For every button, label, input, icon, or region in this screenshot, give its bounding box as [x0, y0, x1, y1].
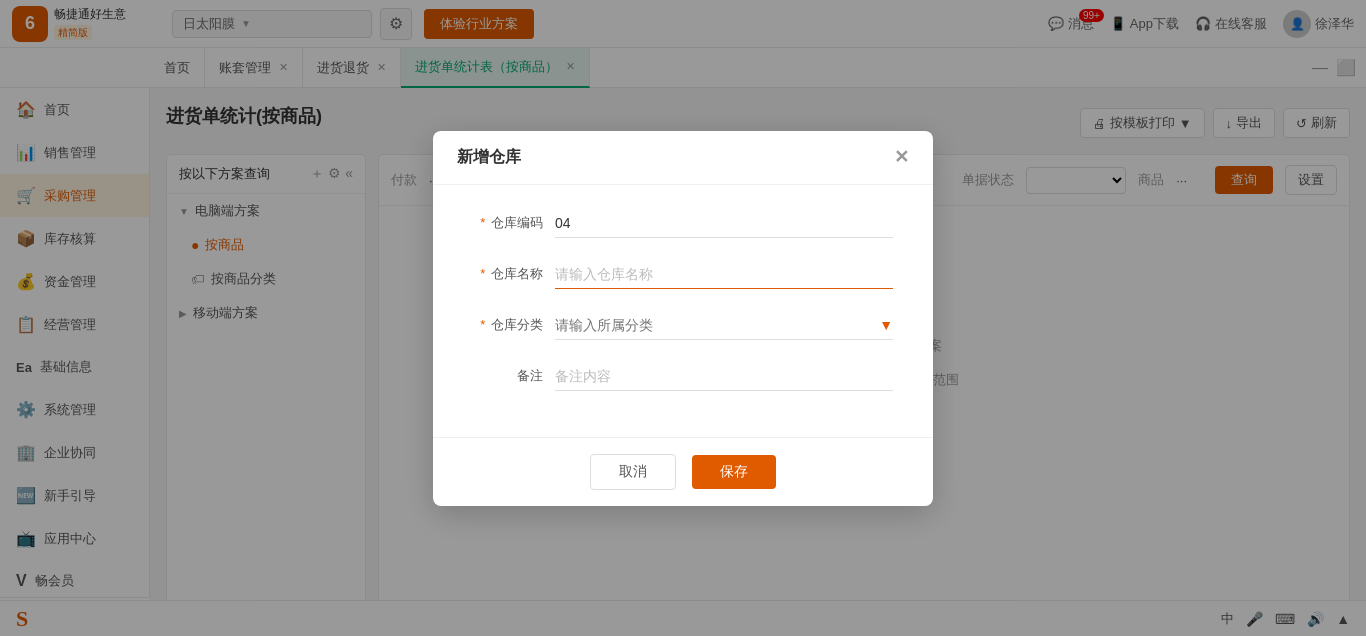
warehouse-category-row: * 仓库分类 ▼ — [473, 311, 893, 340]
dialog-header: 新增仓库 ✕ — [433, 131, 933, 185]
code-required-star: * — [480, 215, 485, 230]
cancel-button[interactable]: 取消 — [590, 454, 676, 490]
warehouse-code-input[interactable] — [555, 209, 893, 238]
warehouse-code-row: * 仓库编码 — [473, 209, 893, 238]
category-select-row[interactable]: ▼ — [555, 311, 893, 340]
remark-row: 备注 — [473, 362, 893, 391]
new-warehouse-dialog: 新增仓库 ✕ * 仓库编码 * 仓库名称 — [433, 131, 933, 506]
name-required-star: * — [480, 266, 485, 281]
category-required-star: * — [480, 317, 485, 332]
remark-label: 备注 — [473, 367, 543, 385]
category-arrow-icon: ▼ — [879, 317, 893, 333]
dialog-title: 新增仓库 — [457, 147, 521, 168]
category-label: * 仓库分类 — [473, 316, 543, 334]
dialog-body: * 仓库编码 * 仓库名称 * 仓库分类 — [433, 185, 933, 437]
remark-input[interactable] — [555, 362, 893, 391]
dialog-close-icon[interactable]: ✕ — [894, 148, 909, 166]
dialog-overlay: 新增仓库 ✕ * 仓库编码 * 仓库名称 — [0, 0, 1366, 636]
warehouse-name-input[interactable] — [555, 260, 893, 289]
category-select-input[interactable] — [555, 317, 879, 333]
code-label: * 仓库编码 — [473, 214, 543, 232]
save-button[interactable]: 保存 — [692, 455, 776, 489]
name-label: * 仓库名称 — [473, 265, 543, 283]
warehouse-name-row: * 仓库名称 — [473, 260, 893, 289]
dialog-footer: 取消 保存 — [433, 437, 933, 506]
